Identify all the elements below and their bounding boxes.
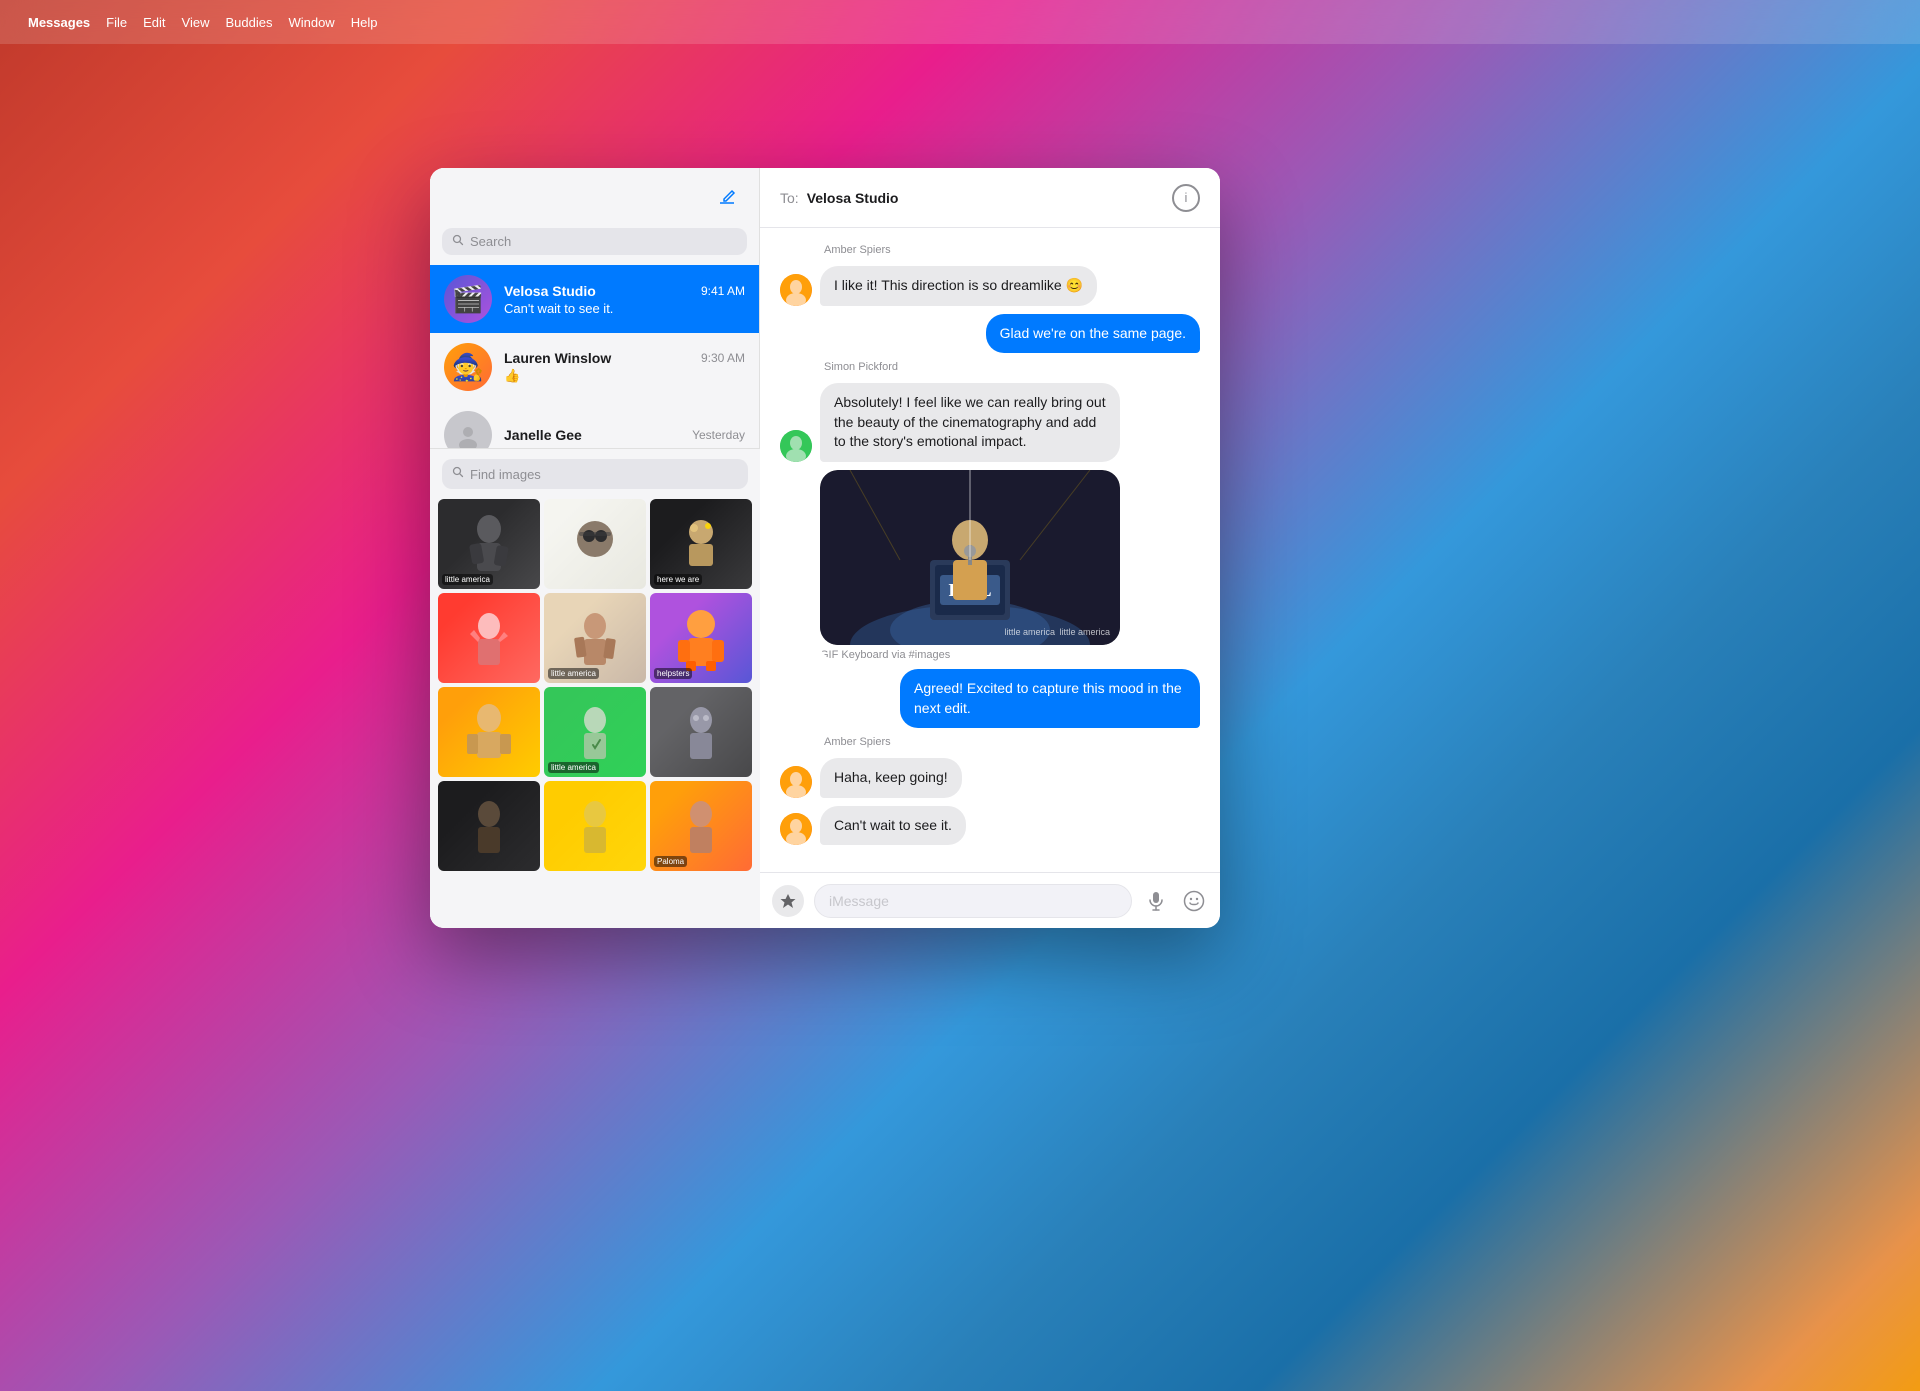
menubar-window[interactable]: Window <box>288 15 334 30</box>
chat-recipient-name: Velosa Studio <box>807 190 899 206</box>
gif-search-input[interactable] <box>470 467 738 482</box>
message-row-2: Glad we're on the same page. <box>780 314 1200 354</box>
gif-cell-12[interactable]: Paloma <box>650 781 752 871</box>
info-icon: i <box>1185 190 1188 205</box>
search-bar[interactable] <box>442 228 747 255</box>
message-row-5: Agreed! Excited to capture this mood in … <box>780 669 1200 728</box>
message-row-3: Absolutely! I feel like we can really br… <box>780 383 1200 462</box>
conv-info-lauren: Lauren Winslow 9:30 AM 👍 <box>504 350 745 384</box>
gif-cell-9[interactable] <box>650 687 752 777</box>
avatar-lauren: 🧙 <box>444 343 492 391</box>
avatar-amber-2 <box>780 766 812 798</box>
gif-cell-11[interactable] <box>544 781 646 871</box>
gif-cell-10[interactable] <box>438 781 540 871</box>
messages-window: 🎬 Velosa Studio 9:41 AM Can't wait to se… <box>430 168 1220 928</box>
conv-time-velosa: 9:41 AM <box>701 284 745 298</box>
gif-keyboard-label: GIF Keyboard <box>820 649 888 661</box>
conv-info-velosa: Velosa Studio 9:41 AM Can't wait to see … <box>504 283 745 316</box>
to-label: To: <box>780 190 799 206</box>
gif-cell-2[interactable] <box>544 499 646 589</box>
message-bubble-2: Glad we're on the same page. <box>986 314 1200 354</box>
chat-header: To: Velosa Studio i <box>760 168 1220 228</box>
message-bubble-7: Can't wait to see it. <box>820 806 966 846</box>
gif-search-bar[interactable] <box>442 459 748 489</box>
conversation-panel: 🎬 Velosa Studio 9:41 AM Can't wait to se… <box>430 168 760 928</box>
message-bubble-5: Agreed! Excited to capture this mood in … <box>900 669 1200 728</box>
message-row-1: I like it! This direction is so dreamlik… <box>780 266 1200 306</box>
avatar-velosa: 🎬 <box>444 275 492 323</box>
conv-name-velosa: Velosa Studio <box>504 283 596 299</box>
gif-cell-5[interactable]: little america <box>544 593 646 683</box>
conv-time-janelle: Yesterday <box>692 428 745 442</box>
menubar-edit[interactable]: Edit <box>143 15 165 30</box>
avatar-simon <box>780 430 812 462</box>
conv-preview-velosa: Can't wait to see it. <box>504 301 745 316</box>
sender-label-simon: Simon Pickford <box>824 361 1200 373</box>
gif-overlay-text-12: Paloma <box>654 856 687 867</box>
message-row-gif: R60L little america <box>820 470 1200 661</box>
gif-overlay-text-8: little america <box>548 762 599 773</box>
gif-cell-3[interactable]: here we are <box>650 499 752 589</box>
gif-cell-4[interactable] <box>438 593 540 683</box>
left-panel-header <box>430 168 759 228</box>
gif-cell-1[interactable]: little america <box>438 499 540 589</box>
menubar-file[interactable]: File <box>106 15 127 30</box>
message-bubble-1: I like it! This direction is so dreamlik… <box>820 266 1097 306</box>
gif-via-label: via #images <box>892 649 951 661</box>
message-row-6: Haha, keep going! <box>780 758 1200 798</box>
gif-cell-7[interactable] <box>438 687 540 777</box>
audio-button[interactable] <box>1142 887 1170 915</box>
gif-cell-6[interactable]: helpsters <box>650 593 752 683</box>
conv-info-janelle: Janelle Gee Yesterday <box>504 427 745 443</box>
message-input-field[interactable]: iMessage <box>814 884 1132 918</box>
gif-overlay-text-6: helpsters <box>654 668 692 679</box>
menubar-help[interactable]: Help <box>351 15 378 30</box>
menubar-view[interactable]: View <box>182 15 210 30</box>
message-bubble-3: Absolutely! I feel like we can really br… <box>820 383 1120 462</box>
svg-text:little america: little america <box>1004 627 1055 637</box>
gif-overlay-text-3: here we are <box>654 574 702 585</box>
conversation-item-lauren[interactable]: 🧙 Lauren Winslow 9:30 AM 👍 <box>430 333 759 401</box>
gif-picker-panel: little america <box>430 448 760 928</box>
message-placeholder: iMessage <box>829 893 889 909</box>
gif-cell-8[interactable]: little america <box>544 687 646 777</box>
sender-label-amber-2: Amber Spiers <box>824 736 1200 748</box>
chat-messages: Amber Spiers I like it! This direction i… <box>760 228 1220 872</box>
menubar-app-name[interactable]: Messages <box>28 15 90 30</box>
menubar-buddies[interactable]: Buddies <box>225 15 272 30</box>
gif-credit: GIF Keyboard via #images <box>820 649 1120 661</box>
sender-label-amber-1: Amber Spiers <box>824 244 1200 256</box>
app-store-button[interactable] <box>772 885 804 917</box>
compose-button[interactable] <box>711 182 743 214</box>
avatar-amber-3 <box>780 813 812 845</box>
gif-image: R60L little america <box>820 470 1120 645</box>
gif-search-icon <box>452 465 464 483</box>
conversation-item-velosa[interactable]: 🎬 Velosa Studio 9:41 AM Can't wait to se… <box>430 265 759 333</box>
chat-panel: To: Velosa Studio i Amber Spiers I like <box>760 168 1220 928</box>
conv-name-janelle: Janelle Gee <box>504 427 582 443</box>
avatar-amber <box>780 274 812 306</box>
gif-overlay-text-1: little america <box>442 574 493 585</box>
gif-overlay-text-5: little america <box>548 668 599 679</box>
input-bar: iMessage <box>760 872 1220 928</box>
chat-header-to: To: Velosa Studio <box>780 190 899 206</box>
gif-message: R60L little america <box>820 470 1120 661</box>
conv-preview-lauren: 👍 <box>504 368 745 384</box>
chat-info-button[interactable]: i <box>1172 184 1200 212</box>
emoji-button[interactable] <box>1180 887 1208 915</box>
menubar: Messages File Edit View Buddies Window H… <box>0 0 1920 44</box>
gif-grid: little america <box>430 499 760 928</box>
search-icon <box>452 234 464 249</box>
message-row-7: Can't wait to see it. <box>780 806 1200 846</box>
message-bubble-6: Haha, keep going! <box>820 758 962 798</box>
conv-name-lauren: Lauren Winslow <box>504 350 611 366</box>
search-input[interactable] <box>470 234 737 249</box>
conv-time-lauren: 9:30 AM <box>701 351 745 365</box>
